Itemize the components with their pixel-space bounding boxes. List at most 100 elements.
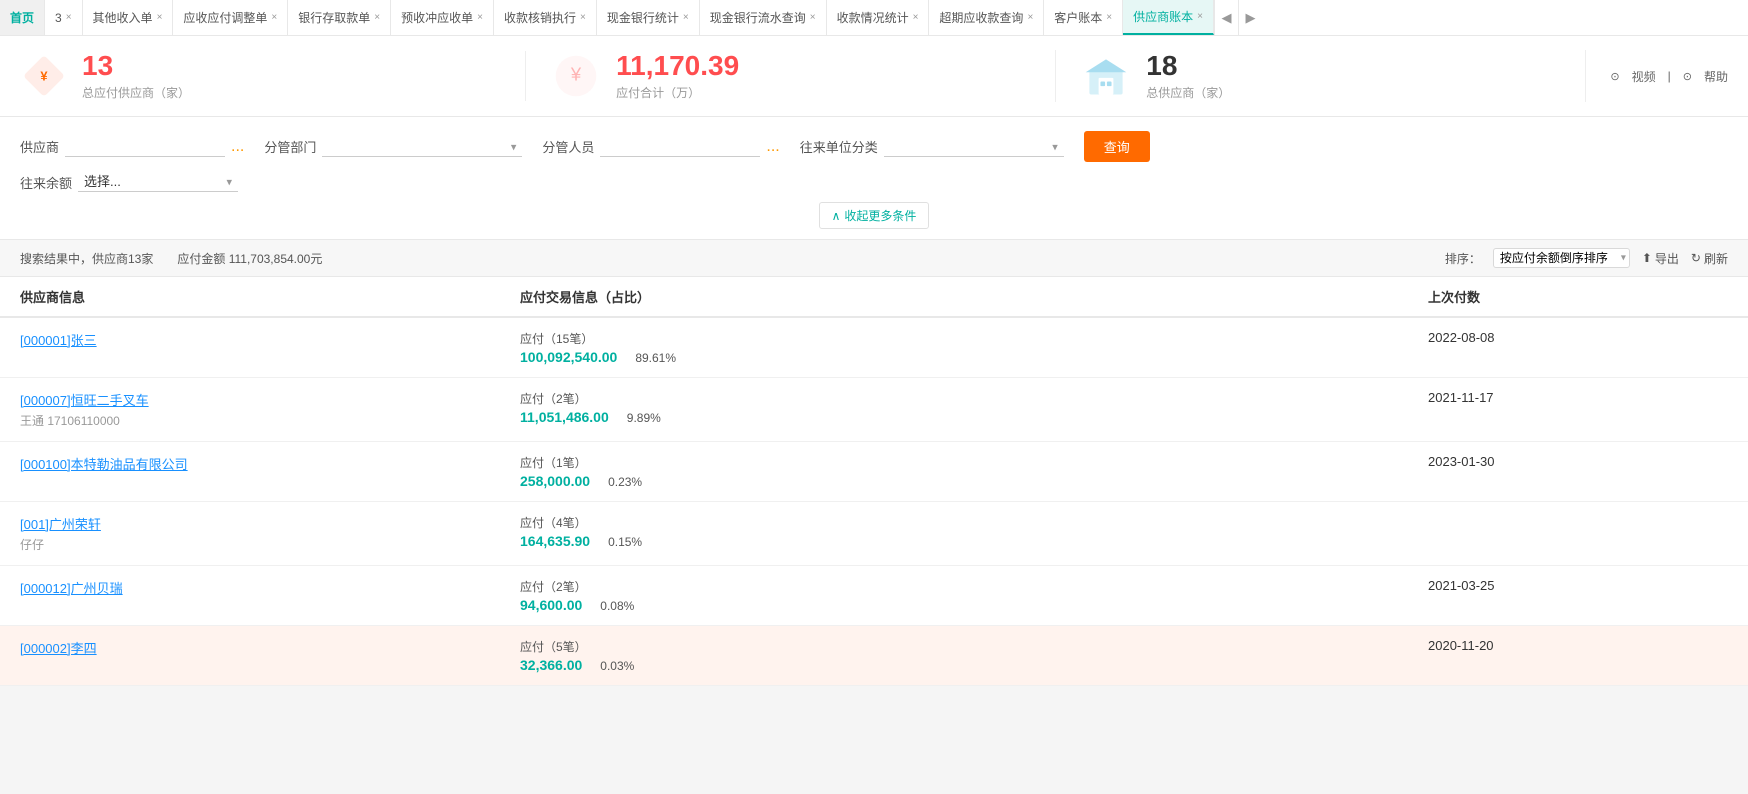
header-supplier-info: 供应商信息 — [20, 287, 520, 306]
export-button[interactable]: ⬆ 导出 — [1642, 250, 1679, 267]
supplier-sub-3: 仔仔 — [20, 536, 520, 553]
nav-prepay[interactable]: 预收冲应收单 × — [391, 0, 494, 35]
close-icon[interactable]: × — [477, 12, 483, 23]
nav-ar-ap-adjust[interactable]: 应收应付调整单 × — [173, 0, 288, 35]
payable-amount-2[interactable]: 258,000.00 — [520, 473, 590, 489]
nav-collection-stat[interactable]: 收款情况统计 × — [827, 0, 930, 35]
total-suppliers-label: 总供应商（家） — [1146, 84, 1230, 101]
refresh-label: 刷新 — [1704, 250, 1728, 267]
last-pay-date-5: 2020-11-20 — [1428, 638, 1494, 653]
total-payable-amount-num: 11,170.39 — [616, 51, 739, 82]
close-icon[interactable]: × — [157, 12, 163, 23]
supplier-link-0[interactable]: [000001]张三 — [20, 330, 520, 349]
payable-amount-5[interactable]: 32,366.00 — [520, 657, 582, 673]
nav-supplier-ledger[interactable]: 供应商账本 × — [1123, 0, 1214, 35]
payable-percent-2: 0.23% — [608, 475, 642, 489]
tab-label: 供应商账本 — [1133, 8, 1193, 25]
table-row: [000002]李四 应付（5笔） 32,366.00 0.03% 2020-1… — [0, 626, 1748, 686]
nav-customer-ledger[interactable]: 客户账本 × — [1044, 0, 1123, 35]
close-icon[interactable]: × — [271, 12, 277, 23]
payable-percent-1: 9.89% — [627, 411, 661, 425]
payable-label-0: 应付（15笔） — [520, 330, 1428, 347]
close-icon[interactable]: × — [1027, 12, 1033, 23]
close-icon[interactable]: × — [810, 12, 816, 23]
supplier-link-5[interactable]: [000002]李四 — [20, 638, 520, 657]
supplier-link-1[interactable]: [000007]恒旺二手叉车 — [20, 390, 520, 409]
filter-area: 供应商 ... 分管部门 分管人员 ... 往来单位分类 — [0, 117, 1748, 240]
payable-row-4: 94,600.00 0.08% — [520, 595, 1428, 613]
payable-info-cell: 应付（5笔） 32,366.00 0.03% — [520, 638, 1428, 673]
close-icon[interactable]: × — [1106, 12, 1112, 23]
close-icon[interactable]: × — [683, 12, 689, 23]
payable-amount-3[interactable]: 164,635.90 — [520, 533, 590, 549]
divider: | — [1668, 69, 1671, 83]
tab-label: 客户账本 — [1054, 9, 1102, 26]
collapse-button[interactable]: ∧ 收起更多条件 — [819, 202, 930, 229]
supplier-info-cell: [000012]广州贝瑞 — [20, 578, 520, 597]
filter-person: 分管人员 ... — [542, 137, 779, 157]
close-icon[interactable]: × — [913, 12, 919, 23]
dept-select[interactable] — [322, 137, 522, 157]
close-icon[interactable]: × — [374, 12, 380, 23]
supplier-info-cell: [000100]本特勒油品有限公司 — [20, 454, 520, 473]
supplier-info-cell: [000001]张三 — [20, 330, 520, 349]
payable-info-cell: 应付（4笔） 164,635.90 0.15% — [520, 514, 1428, 549]
nav-other-income[interactable]: 其他收入单 × — [83, 0, 174, 35]
video-link[interactable]: 视频 — [1632, 68, 1656, 85]
nav-prev-button[interactable]: ◀ — [1214, 0, 1238, 35]
payable-label-1: 应付（2笔） — [520, 390, 1428, 407]
export-icon: ⬆ — [1642, 251, 1652, 265]
summary-card-total-suppliers: 18 总供应商（家） — [1080, 50, 1586, 102]
query-button[interactable]: 查询 — [1084, 131, 1150, 162]
summary-text-amount: 11,170.39 应付合计（万） — [616, 51, 739, 101]
nav-overdue[interactable]: 超期应收款查询 × — [929, 0, 1044, 35]
nav-home[interactable]: 首页 — [0, 0, 45, 35]
last-pay-date-4: 2021-03-25 — [1428, 578, 1495, 593]
close-icon[interactable]: × — [580, 12, 586, 23]
supplier-link-2[interactable]: [000100]本特勒油品有限公司 — [20, 454, 520, 473]
payable-row-5: 32,366.00 0.03% — [520, 655, 1428, 673]
payable-amount-4[interactable]: 94,600.00 — [520, 597, 582, 613]
tab-label: 其他收入单 — [93, 9, 153, 26]
filter-row-1: 供应商 ... 分管部门 分管人员 ... 往来单位分类 — [20, 131, 1728, 162]
result-text2: 应付金额 111,703,854.00元 — [177, 250, 322, 267]
right-actions: 排序： 按应付余额倒序排序 ⬆ 导出 ↻ 刷新 — [1445, 248, 1728, 268]
sort-select[interactable]: 按应付余额倒序排序 — [1493, 248, 1630, 268]
balance-select[interactable]: 选择... — [78, 172, 238, 192]
supplier-link-4[interactable]: [000012]广州贝瑞 — [20, 578, 520, 597]
nav-next-button[interactable]: ▶ — [1238, 0, 1262, 35]
payable-amount-0[interactable]: 100,092,540.00 — [520, 349, 617, 365]
category-select[interactable] — [884, 137, 1064, 157]
tab-label: 预收冲应收单 — [401, 9, 473, 26]
payable-info-cell: 应付（2笔） 11,051,486.00 9.89% — [520, 390, 1428, 425]
home-label: 首页 — [10, 9, 34, 26]
nav-cash-stat[interactable]: 现金银行统计 × — [597, 0, 700, 35]
nav-bank-deposit[interactable]: 银行存取款单 × — [288, 0, 391, 35]
last-pay-cell: 2022-08-08 — [1428, 330, 1728, 345]
summary-text-suppliers: 13 总应付供应商（家） — [82, 51, 190, 101]
nav-receipt[interactable]: 收款核销执行 × — [494, 0, 597, 35]
last-pay-cell: 2021-11-17 — [1428, 390, 1728, 405]
person-dots[interactable]: ... — [766, 138, 779, 156]
nav-cash-flow[interactable]: 现金银行流水查询 × — [700, 0, 827, 35]
person-input[interactable] — [600, 137, 760, 157]
table-row: [000007]恒旺二手叉车 王通 17106110000 应付（2笔） 11,… — [0, 378, 1748, 442]
nav-tab-3[interactable]: 3 × — [45, 0, 83, 35]
close-tab-3-icon[interactable]: × — [66, 12, 72, 23]
supplier-dots[interactable]: ... — [231, 138, 244, 156]
close-icon[interactable]: × — [1197, 11, 1203, 22]
supplier-link-3[interactable]: [001]广州荣轩 — [20, 514, 520, 533]
video-icon: ⊙ — [1610, 70, 1619, 83]
top-navigation: 首页 3 × 其他收入单 × 应收应付调整单 × 银行存取款单 × 预收冲应收单… — [0, 0, 1748, 36]
table-row: [000100]本特勒油品有限公司 应付（1笔） 258,000.00 0.23… — [0, 442, 1748, 502]
payable-label-2: 应付（1笔） — [520, 454, 1428, 471]
supplier-input[interactable] — [65, 137, 225, 157]
last-pay-cell: 2020-11-20 — [1428, 638, 1728, 653]
sort-label: 排序： — [1445, 250, 1481, 267]
filter-dept: 分管部门 — [264, 137, 522, 157]
dept-select-wrap — [322, 137, 522, 157]
help-link[interactable]: 帮助 — [1704, 68, 1728, 85]
payable-row-3: 164,635.90 0.15% — [520, 531, 1428, 549]
refresh-button[interactable]: ↻ 刷新 — [1691, 250, 1728, 267]
payable-amount-1[interactable]: 11,051,486.00 — [520, 409, 609, 425]
